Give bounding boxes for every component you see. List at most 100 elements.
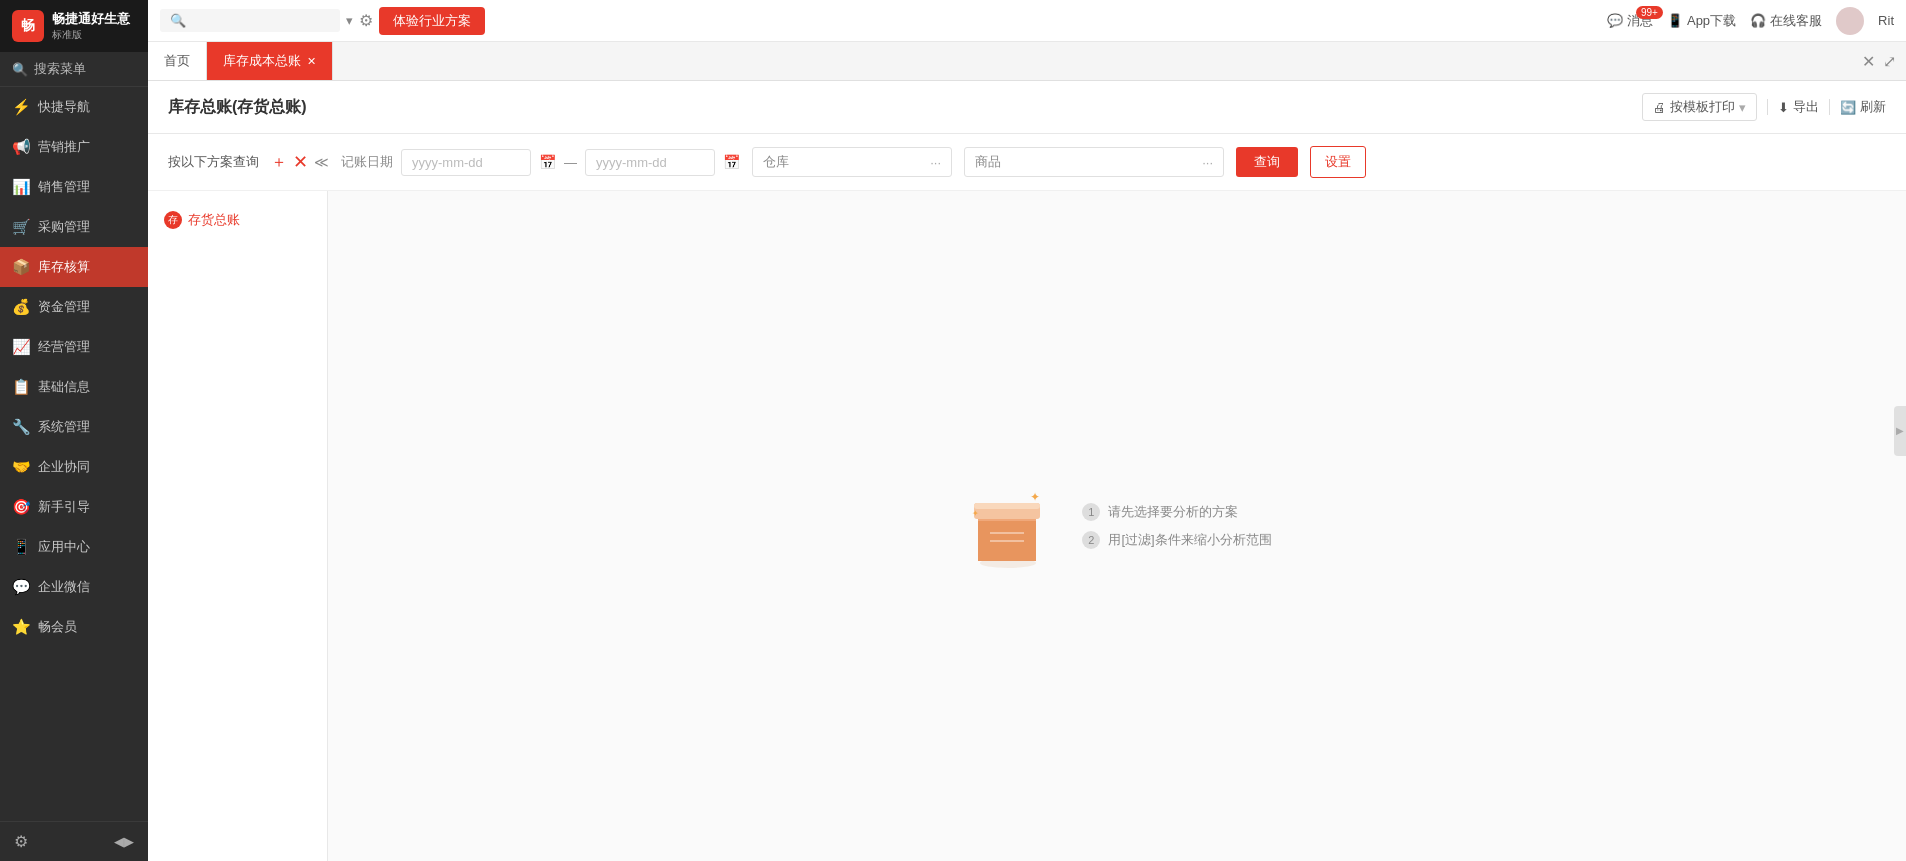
sidebar-item-quick-nav[interactable]: ⚡ 快捷导航 — [0, 87, 148, 127]
sales-icon: 📊 — [12, 178, 30, 196]
topbar-left: 🔍 ▾ ⚙ 体验行业方案 — [160, 7, 1599, 35]
user-avatar — [1836, 7, 1864, 35]
cal-start-icon[interactable]: 📅 — [539, 154, 556, 170]
sidebar-item-app-center[interactable]: 📱 应用中心 — [0, 527, 148, 567]
content-wrapper: 存 存货总账 — [148, 191, 1906, 861]
sidebar-item-wechat[interactable]: 💬 企业微信 — [0, 567, 148, 607]
scheme-item-label: 存货总账 — [188, 211, 240, 229]
print-btn[interactable]: 🖨 按模板打印 ▾ — [1642, 93, 1757, 121]
export-btn[interactable]: ⬇ 导出 — [1778, 98, 1819, 116]
app-download-btn[interactable]: 📱 App下载 — [1667, 12, 1736, 30]
sidebar-item-system[interactable]: 🔧 系统管理 — [0, 407, 148, 447]
tab-close-icon[interactable]: ✕ — [307, 55, 316, 68]
filter-add-icon[interactable]: ＋ — [271, 152, 287, 173]
filter-delete-icon[interactable]: ✕ — [293, 151, 308, 173]
app-icon: 📱 — [1667, 13, 1683, 28]
service-btn[interactable]: 🎧 在线客服 — [1750, 12, 1822, 30]
finance-label: 资金管理 — [38, 298, 90, 316]
cal-end-icon[interactable]: 📅 — [723, 154, 740, 170]
operations-icon: 📈 — [12, 338, 30, 356]
sidebar-search[interactable]: 🔍 搜索菜单 — [0, 52, 148, 87]
service-icon: 🎧 — [1750, 13, 1766, 28]
svg-text:✦: ✦ — [972, 509, 979, 518]
side-handle[interactable]: ▶ — [1894, 406, 1906, 456]
topbar-search-box[interactable]: 🔍 — [160, 9, 340, 32]
username-label[interactable]: Rit — [1878, 13, 1894, 28]
panel-expand-icon[interactable]: ⤢ — [1883, 52, 1896, 71]
commodity-select[interactable]: 商品 ··· — [964, 147, 1224, 177]
box-svg: ✦ ✦ — [962, 481, 1052, 571]
refresh-label: 刷新 — [1860, 98, 1886, 116]
sidebar-item-purchase[interactable]: 🛒 采购管理 — [0, 207, 148, 247]
newbie-label: 新手引导 — [38, 498, 90, 516]
tab-home[interactable]: 首页 — [148, 42, 207, 80]
basic-info-icon: 📋 — [12, 378, 30, 396]
filter-actions: ＋ ✕ ≪ — [271, 151, 329, 173]
tip-text-1: 请先选择要分析的方案 — [1108, 503, 1238, 521]
sidebar-bottom: ⚙ ◀▶ — [0, 821, 148, 861]
member-icon: ⭐ — [12, 618, 30, 636]
msg-badge: 99+ — [1636, 6, 1663, 19]
finance-icon: 💰 — [12, 298, 30, 316]
system-label: 系统管理 — [38, 418, 90, 436]
tabs-bar: 首页 库存成本总账 ✕ ✕ ⤢ — [148, 42, 1906, 81]
date-separator: — — [564, 155, 577, 170]
sidebar-item-finance[interactable]: 💰 资金管理 — [0, 287, 148, 327]
industry-btn[interactable]: 体验行业方案 — [379, 7, 485, 35]
cooperation-label: 企业协同 — [38, 458, 90, 476]
tip-item-2: 2 用[过滤]条件来缩小分析范围 — [1082, 531, 1271, 549]
cooperation-icon: 🤝 — [12, 458, 30, 476]
tab-inventory-cost[interactable]: 库存成本总账 ✕ — [207, 42, 333, 80]
filter-label: 按以下方案查询 — [168, 153, 259, 171]
wechat-icon: 💬 — [12, 578, 30, 596]
filter-collapse-icon[interactable]: ≪ — [314, 154, 329, 170]
refresh-btn[interactable]: 🔄 刷新 — [1840, 98, 1886, 116]
sidebar-item-newbie[interactable]: 🎯 新手引导 — [0, 487, 148, 527]
warehouse-select[interactable]: 仓库 ··· — [752, 147, 952, 177]
refresh-icon: 🔄 — [1840, 100, 1856, 115]
sidebar-item-inventory[interactable]: 📦 库存核算 — [0, 247, 148, 287]
scheme-item-inventory[interactable]: 存 存货总账 — [148, 203, 327, 237]
sidebar-item-marketing[interactable]: 📢 营销推广 — [0, 127, 148, 167]
wechat-label: 企业微信 — [38, 578, 90, 596]
app-center-label: 应用中心 — [38, 538, 90, 556]
scheme-panel: 存 存货总账 — [148, 191, 328, 861]
logo-sub: 标准版 — [52, 28, 130, 41]
system-icon: 🔧 — [12, 418, 30, 436]
tip-text-2: 用[过滤]条件来缩小分析范围 — [1108, 531, 1271, 549]
quick-nav-icon: ⚡ — [12, 98, 30, 116]
page-header-actions: 🖨 按模板打印 ▾ ⬇ 导出 🔄 刷新 — [1642, 93, 1886, 121]
topbar-settings-icon[interactable]: ⚙ — [359, 11, 373, 30]
sidebar-item-member[interactable]: ⭐ 畅会员 — [0, 607, 148, 647]
operations-label: 经营管理 — [38, 338, 90, 356]
app-logo: 畅 畅捷通好生意 标准版 — [0, 0, 148, 52]
tip-num-1: 1 — [1082, 503, 1100, 521]
sidebar-toggle-icon[interactable]: ◀▶ — [114, 834, 134, 849]
main-area: 🔍 ▾ ⚙ 体验行业方案 💬 消息 99+ 📱 App下载 🎧 在线客服 Rit — [148, 0, 1906, 861]
sidebar-item-cooperation[interactable]: 🤝 企业协同 — [0, 447, 148, 487]
panel-close-icon[interactable]: ✕ — [1862, 52, 1875, 71]
sidebar-item-operations[interactable]: 📈 经营管理 — [0, 327, 148, 367]
divider-2 — [1829, 99, 1830, 115]
logo-text: 畅捷通好生意 标准版 — [52, 11, 130, 41]
commodity-more-icon[interactable]: ··· — [1202, 155, 1213, 170]
warehouse-more-icon[interactable]: ··· — [930, 155, 941, 170]
tip-item-1: 1 请先选择要分析的方案 — [1082, 503, 1271, 521]
topbar-chevron-icon[interactable]: ▾ — [346, 13, 353, 28]
msg-icon: 💬 — [1607, 13, 1623, 28]
query-btn[interactable]: 查询 — [1236, 147, 1298, 177]
svg-text:✦: ✦ — [1030, 490, 1040, 504]
quick-nav-label: 快捷导航 — [38, 98, 90, 116]
page-header: 库存总账(存货总账) 🖨 按模板打印 ▾ ⬇ 导出 🔄 刷新 — [148, 81, 1906, 134]
divider-1 — [1767, 99, 1768, 115]
inventory-cost-tab-label: 库存成本总账 — [223, 52, 301, 70]
export-icon: ⬇ — [1778, 100, 1789, 115]
date-end-input[interactable] — [585, 149, 715, 176]
msg-btn[interactable]: 💬 消息 99+ — [1607, 12, 1653, 30]
date-start-input[interactable] — [401, 149, 531, 176]
sidebar-settings-icon[interactable]: ⚙ — [14, 832, 28, 851]
sidebar-item-sales[interactable]: 📊 销售管理 — [0, 167, 148, 207]
settings-btn[interactable]: 设置 — [1310, 146, 1366, 178]
marketing-icon: 📢 — [12, 138, 30, 156]
sidebar-item-basic-info[interactable]: 📋 基础信息 — [0, 367, 148, 407]
